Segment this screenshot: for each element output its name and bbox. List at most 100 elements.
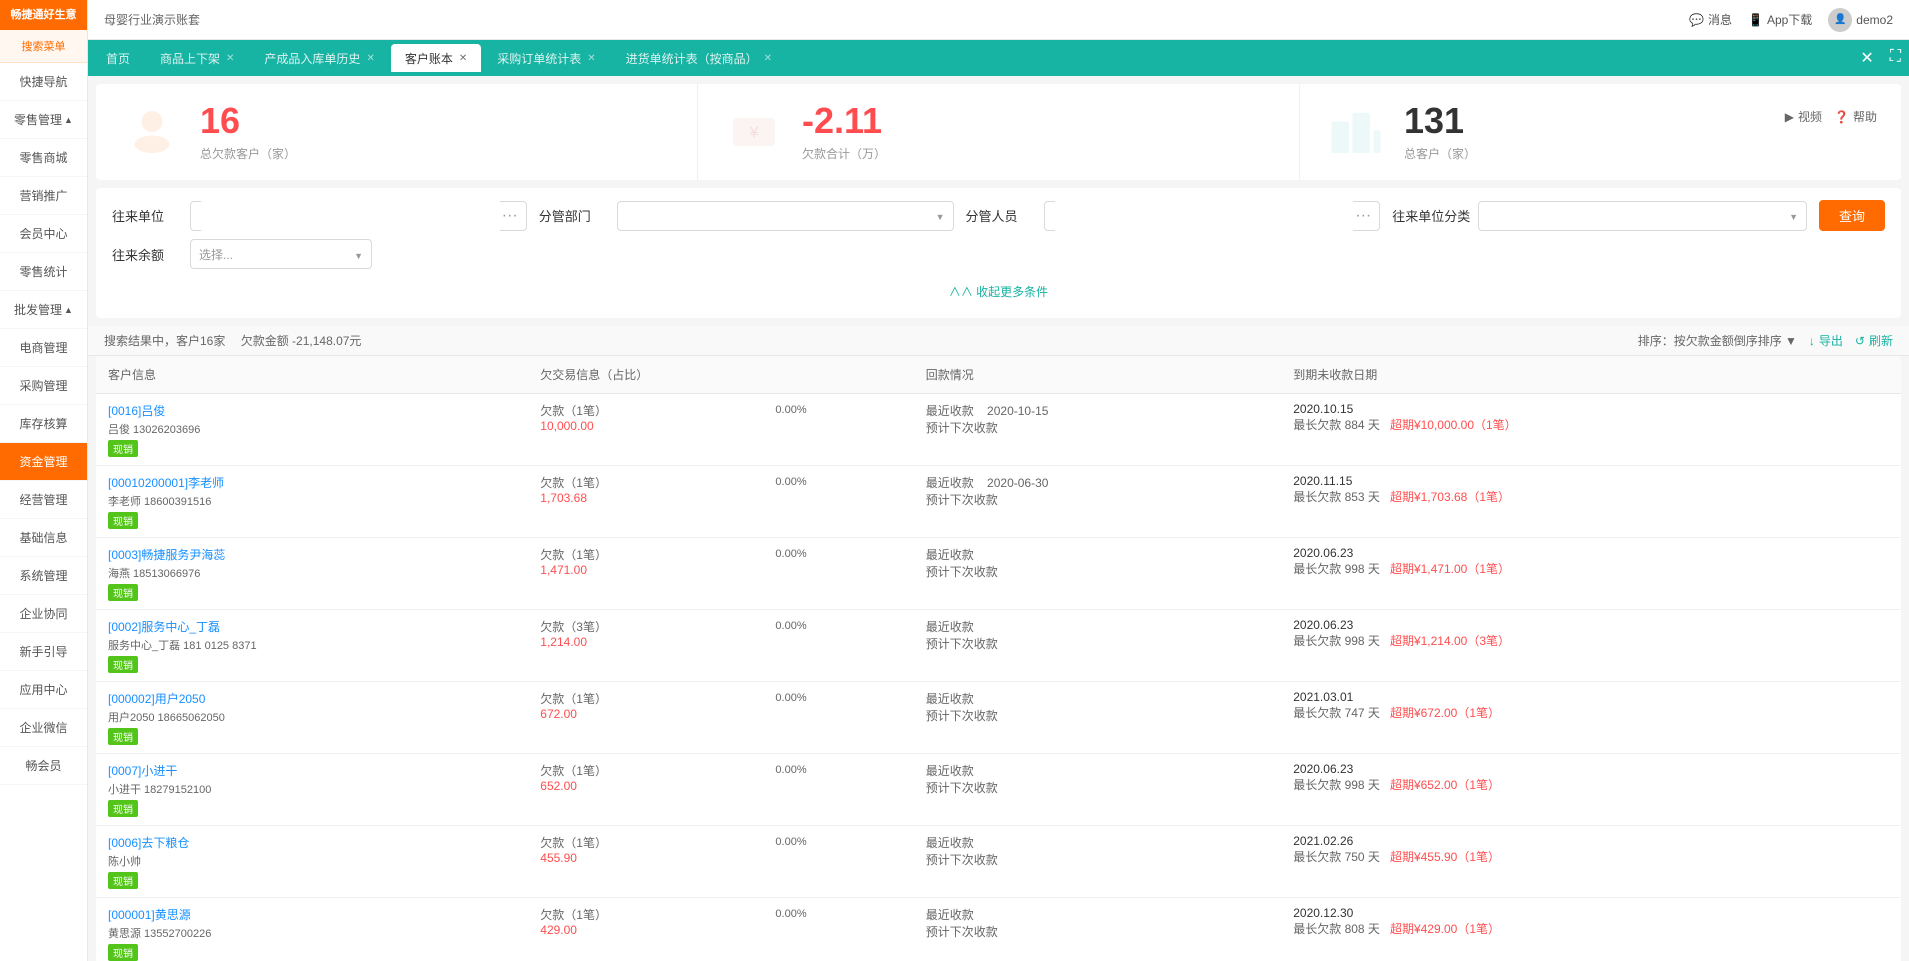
overdue-amount[interactable]: 超期¥429.00（1笔） [1390, 922, 1500, 936]
overdue-days: 最长欠款 998 天 [1293, 634, 1386, 648]
customer-name[interactable]: [0006]去下粮仓 [108, 834, 516, 851]
overdue-amount[interactable]: 超期¥1,703.68（1笔） [1390, 490, 1510, 504]
filter-category-label: 往来单位分类 [1392, 206, 1470, 225]
sidebar-item-huiyuan[interactable]: 会员中心 [0, 215, 87, 253]
tab-close-icon[interactable]: ✕ [764, 53, 772, 64]
owe-amount[interactable]: 1,471.00 [540, 563, 743, 577]
customer-contact: 黄思源 13552700226 [108, 925, 516, 941]
tab-home[interactable]: 首页 [92, 44, 144, 72]
sidebar-item-zijin[interactable]: 资金管理 [0, 443, 87, 481]
help-btn[interactable]: ❓ 帮助 [1834, 108, 1877, 125]
customer-name[interactable]: [0003]畅捷服务尹海蕊 [108, 546, 516, 563]
customer-name[interactable]: [0016]吕俊 [108, 402, 516, 419]
sidebar-item-label: 零售管理 [14, 111, 62, 128]
stat-num-customers: 16 [200, 103, 673, 139]
owe-pct: 0.00% [775, 908, 806, 920]
sidebar-item-yingxiao[interactable]: 营销推广 [0, 177, 87, 215]
filter-category-select[interactable] [1478, 201, 1807, 231]
overdue-amount[interactable]: 超期¥1,471.00（1笔） [1390, 562, 1510, 576]
tabs-close-all-btn[interactable]: ✕ [1856, 48, 1877, 68]
due-date: 2020.10.15 [1293, 402, 1889, 416]
due-date: 2021.02.26 [1293, 834, 1889, 848]
tab-customer-account[interactable]: 客户账本 ✕ [391, 44, 481, 72]
content-area: 16 总欠款客户（家） ¥ -2.11 欠款合计（万） [88, 76, 1909, 961]
customer-cell: [0007]小进干 小进干 18279152100 现销 [96, 754, 528, 826]
tab-product-offsale[interactable]: 商品上下架 ✕ [146, 44, 248, 72]
filter-balance-select[interactable]: 选择... [190, 239, 372, 269]
customer-name[interactable]: [000002]用户2050 [108, 690, 516, 707]
collapse-bar[interactable]: ∧∧ 收起更多条件 [112, 277, 1885, 306]
filter-person-dots[interactable]: ··· [1355, 207, 1371, 225]
stat-info-total: 131 总客户（家） [1404, 103, 1769, 162]
sidebar-item-kucun[interactable]: 库存核算 [0, 405, 87, 443]
sidebar-item-kuaijie[interactable]: 快捷导航 [0, 63, 87, 101]
sidebar-item-lingtj[interactable]: 零售统计 [0, 253, 87, 291]
message-icon: 💬 [1689, 13, 1704, 27]
customer-name[interactable]: [0002]服务中心_丁磊 [108, 618, 516, 635]
filter-source-dots[interactable]: ··· [502, 207, 518, 225]
sidebar-item-qiye[interactable]: 企业协同 [0, 595, 87, 633]
sidebar-item-lingshop[interactable]: 零售商城 [0, 139, 87, 177]
owe-desc: 欠款（3笔） [540, 618, 743, 635]
tab-close-icon[interactable]: ✕ [587, 53, 595, 64]
collection-cell: 最近收款 预计下次收款 [914, 682, 1282, 754]
tabs-bar: 首页商品上下架 ✕产成品入库单历史 ✕客户账本 ✕采购订单统计表 ✕进货单统计表… [88, 40, 1909, 76]
customer-name[interactable]: [0007]小进干 [108, 762, 516, 779]
sidebar-item-dianshang[interactable]: 电商管理 [0, 329, 87, 367]
customer-name[interactable]: [00010200001]李老师 [108, 474, 516, 491]
sidebar-item-changhui[interactable]: 畅会员 [0, 747, 87, 785]
filter-source-input[interactable] [199, 201, 502, 231]
collection-cell: 最近收款 预计下次收款 [914, 898, 1282, 961]
export-btn[interactable]: ↓ 导出 [1809, 332, 1843, 349]
sidebar-search-link[interactable]: 搜索菜单 [0, 30, 87, 63]
tab-close-icon[interactable]: ✕ [366, 53, 374, 64]
collection-cell: 最近收款 预计下次收款 [914, 538, 1282, 610]
owe-amount[interactable]: 455.90 [540, 851, 743, 865]
overdue-amount[interactable]: 超期¥652.00（1笔） [1390, 778, 1500, 792]
filter-balance-label: 往来余额 [112, 245, 182, 264]
refresh-btn[interactable]: ↺ 刷新 [1855, 332, 1893, 349]
sidebar-item-jichu[interactable]: 基础信息 [0, 519, 87, 557]
tabs-fullscreen-btn[interactable]: ⛶ [1886, 48, 1905, 68]
sidebar-item-pifa[interactable]: 批发管理 ▲ [0, 291, 87, 329]
owe-amount[interactable]: 652.00 [540, 779, 743, 793]
owe-amount[interactable]: 429.00 [540, 923, 743, 937]
tab-label: 采购订单统计表 [497, 50, 581, 67]
owe-amount[interactable]: 1,703.68 [540, 491, 743, 505]
customer-cell: [0002]服务中心_丁磊 服务中心_丁磊 181 0125 8371 现销 [96, 610, 528, 682]
owe-pct: 0.00% [775, 764, 806, 776]
sidebar-item-yingyong[interactable]: 应用中心 [0, 671, 87, 709]
user-avatar[interactable]: 👤 demo2 [1828, 8, 1893, 32]
tab-close-icon[interactable]: ✕ [459, 53, 467, 64]
sidebar-item-lingshou[interactable]: 零售管理 ▲ [0, 101, 87, 139]
filter-person-input[interactable] [1053, 201, 1356, 231]
due-cell: 2020.06.23 最长欠款 998 天 超期¥1,214.00（3笔） [1281, 610, 1901, 682]
owe-desc: 欠款（1笔） [540, 474, 743, 491]
sidebar-item-xitong[interactable]: 系统管理 [0, 557, 87, 595]
customer-name[interactable]: [000001]黄思源 [108, 906, 516, 923]
overdue-amount[interactable]: 超期¥1,214.00（3笔） [1390, 634, 1510, 648]
owe-amount[interactable]: 10,000.00 [540, 419, 743, 433]
next-collect: 预计下次收款 [926, 491, 1270, 508]
overdue-amount[interactable]: 超期¥672.00（1笔） [1390, 706, 1500, 720]
message-btn[interactable]: 💬 消息 [1689, 11, 1732, 28]
video-btn[interactable]: ▶ 视频 [1785, 108, 1822, 125]
sidebar-item-qiyewx[interactable]: 企业微信 [0, 709, 87, 747]
filter-dept-select[interactable] [617, 201, 954, 231]
owe-amount[interactable]: 1,214.00 [540, 635, 743, 649]
tab-close-icon[interactable]: ✕ [226, 53, 234, 64]
app-download-btn[interactable]: 📱 App下载 [1748, 11, 1812, 28]
overdue-amount[interactable]: 超期¥455.90（1笔） [1390, 850, 1500, 864]
tab-inbound-summary-product[interactable]: 进货单统计表（按商品） ✕ [612, 44, 786, 72]
recent-collect: 最近收款 2020-06-30 [926, 474, 1270, 491]
query-button[interactable]: 查询 [1819, 200, 1885, 231]
tab-purchase-order-summary[interactable]: 采购订单统计表 ✕ [483, 44, 609, 72]
sidebar-item-caigou[interactable]: 采购管理 [0, 367, 87, 405]
overdue-amount[interactable]: 超期¥10,000.00（1笔） [1390, 418, 1517, 432]
owe-amount[interactable]: 672.00 [540, 707, 743, 721]
sidebar-item-xinshou[interactable]: 新手引导 [0, 633, 87, 671]
collection-cell: 最近收款 2020-06-30 预计下次收款 [914, 466, 1282, 538]
table-row: [0016]吕俊 吕俊 13026203696 现销 欠款（1笔） 10,000… [96, 394, 1901, 466]
tab-product-history[interactable]: 产成品入库单历史 ✕ [250, 44, 388, 72]
sidebar-item-jingying[interactable]: 经营管理 [0, 481, 87, 519]
